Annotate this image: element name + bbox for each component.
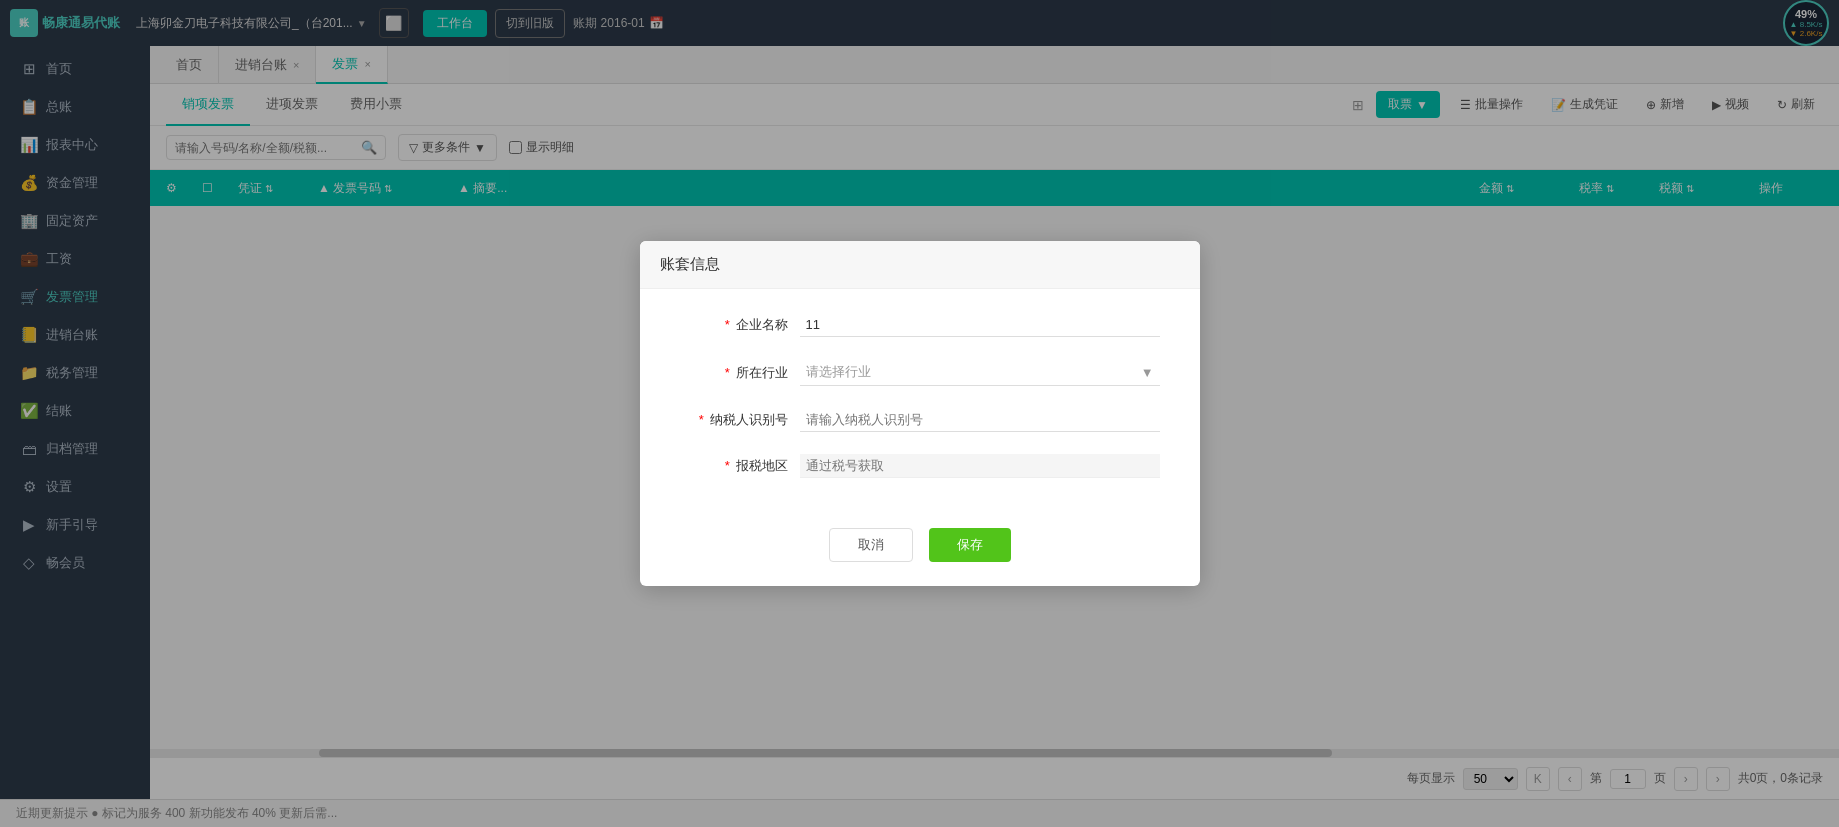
enterprise-label: * 企业名称: [680, 316, 800, 334]
dialog: 账套信息 * 企业名称 * 所在行业 请选择行业 ▼: [640, 241, 1200, 586]
taxregion-input: [800, 454, 1160, 478]
form-row-enterprise: * 企业名称: [680, 313, 1160, 337]
industry-placeholder: 请选择行业: [806, 363, 871, 381]
form-row-taxregion: * 报税地区: [680, 454, 1160, 478]
industry-select[interactable]: 请选择行业 ▼: [800, 359, 1160, 386]
dialog-title: 账套信息: [660, 255, 720, 272]
save-button[interactable]: 保存: [929, 528, 1011, 562]
industry-arrow: ▼: [1141, 365, 1154, 380]
taxid-input[interactable]: [800, 408, 1160, 432]
modal-overlay[interactable]: 账套信息 * 企业名称 * 所在行业 请选择行业 ▼: [0, 0, 1839, 827]
taxid-label: * 纳税人识别号: [680, 411, 800, 429]
cancel-button[interactable]: 取消: [829, 528, 913, 562]
dialog-header: 账套信息: [640, 241, 1200, 289]
dialog-footer: 取消 保存: [640, 520, 1200, 586]
industry-label: * 所在行业: [680, 364, 800, 382]
enterprise-name-input[interactable]: [800, 313, 1160, 337]
taxregion-label: * 报税地区: [680, 457, 800, 475]
dialog-body: * 企业名称 * 所在行业 请选择行业 ▼ *: [640, 289, 1200, 520]
form-row-industry: * 所在行业 请选择行业 ▼: [680, 359, 1160, 386]
form-row-taxid: * 纳税人识别号: [680, 408, 1160, 432]
